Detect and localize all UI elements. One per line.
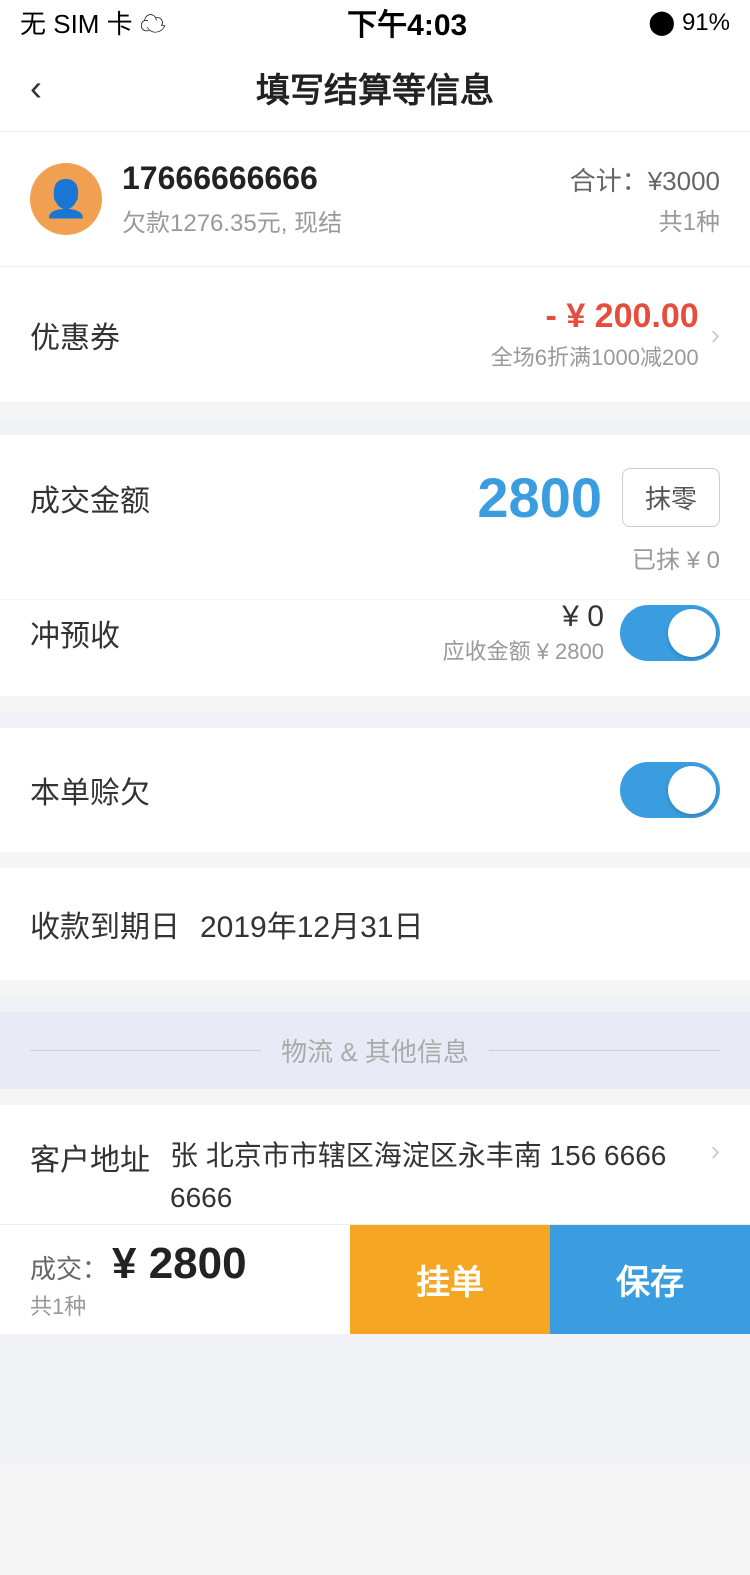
divider-gray-3 <box>0 996 750 1012</box>
coupon-chevron-icon: › <box>711 319 720 351</box>
customer-desc: 欠款1276.35元, 现结 <box>122 203 342 238</box>
coupon-right: - ¥ 200.00 全场6折满1000减200 › <box>491 297 720 372</box>
coupon-desc: 全场6折满1000减200 <box>491 340 699 372</box>
amount-section: 成交金额 2800 抹零 已抹 ¥ 0 冲预收 ¥ 0 应收金额 ¥ 2800 <box>0 435 750 696</box>
logistics-divider-section: 物流 & 其他信息 <box>0 1012 750 1089</box>
coupon-row[interactable]: 优惠券 - ¥ 200.00 全场6折满1000减200 › <box>0 267 750 403</box>
coupon-label: 优惠券 <box>30 313 120 357</box>
total-count: 共1种 <box>570 202 720 237</box>
customer-left: 👤 17666666666 欠款1276.35元, 现结 <box>30 160 342 238</box>
divider-gray-2 <box>0 712 750 728</box>
customer-section: 👤 17666666666 欠款1276.35元, 现结 合计：¥3000 共1… <box>0 132 750 403</box>
chong-right: ¥ 0 应收金额 ¥ 2800 <box>443 600 720 666</box>
divider-line-left <box>30 1050 261 1051</box>
duedate-value: 2019年12月31日 <box>200 902 423 946</box>
page-title: 填写结算等信息 <box>90 63 660 112</box>
status-right: ⬤ 91% <box>648 8 730 37</box>
pending-button[interactable]: 挂单 <box>350 1225 550 1334</box>
chong-amount: ¥ 0 应收金额 ¥ 2800 <box>443 600 604 666</box>
nav-bar: ‹ 填写结算等信息 <box>0 44 750 132</box>
coupon-info: - ¥ 200.00 全场6折满1000减200 <box>491 297 699 372</box>
beqian-toggle[interactable] <box>620 762 720 818</box>
address-label: 客户地址 <box>30 1135 150 1179</box>
amount-right: 2800 抹零 <box>477 465 720 530</box>
amount-sub: 已抹 ¥ 0 <box>0 540 750 599</box>
address-value: 张 北京市市辖区海淀区永丰南 156 6666 6666 <box>170 1135 711 1219</box>
customer-row: 👤 17666666666 欠款1276.35元, 现结 合计：¥3000 共1… <box>0 132 750 267</box>
beqian-label: 本单赊欠 <box>30 768 150 812</box>
chong-row: 冲预收 ¥ 0 应收金额 ¥ 2800 <box>0 599 750 696</box>
beqian-section: 本单赊欠 <box>0 728 750 852</box>
customer-right: 合计：¥3000 共1种 <box>570 161 720 237</box>
duedate-label: 收款到期日 <box>30 902 180 946</box>
chong-label: 冲预收 <box>30 611 120 655</box>
duedate-section: 收款到期日 2019年12月31日 <box>0 868 750 980</box>
sim-label: 无 SIM 卡 ☁ <box>20 4 166 41</box>
avatar: 👤 <box>30 163 102 235</box>
amount-row: 成交金额 2800 抹零 <box>0 435 750 540</box>
divider-line-right <box>489 1050 720 1051</box>
battery-icon: ⬤ 91% <box>648 8 730 37</box>
amount-value: 2800 <box>477 465 602 530</box>
chong-toggle[interactable] <box>620 605 720 661</box>
coupon-value: - ¥ 200.00 <box>491 297 699 336</box>
back-button[interactable]: ‹ <box>30 67 90 109</box>
bottom-count: 共1种 <box>30 1289 320 1321</box>
bottom-info: 成交： ¥ 2800 共1种 <box>0 1225 350 1334</box>
address-chevron-icon: › <box>711 1135 720 1167</box>
customer-phone: 17666666666 <box>122 160 342 197</box>
status-left: 无 SIM 卡 ☁ <box>20 4 166 41</box>
avatar-icon: 👤 <box>44 178 89 220</box>
chong-main: ¥ 0 <box>443 600 604 634</box>
bottom-bar: 成交： ¥ 2800 共1种 挂单 保存 <box>0 1224 750 1334</box>
round-button[interactable]: 抹零 <box>622 468 720 527</box>
amount-label: 成交金额 <box>30 476 150 520</box>
customer-info: 17666666666 欠款1276.35元, 现结 <box>122 160 342 238</box>
chong-sub: 应收金额 ¥ 2800 <box>443 634 604 666</box>
bottom-amount: ¥ 2800 <box>112 1239 247 1289</box>
logistics-divider-text: 物流 & 其他信息 <box>281 1032 469 1069</box>
status-bar: 无 SIM 卡 ☁ 下午4:03 ⬤ 91% <box>0 0 750 44</box>
status-time: 下午4:03 <box>347 0 467 44</box>
divider-gray-1 <box>0 419 750 435</box>
total-label: 合计：¥3000 <box>570 161 720 198</box>
bottom-deal-label: 成交： <box>30 1249 108 1286</box>
save-button[interactable]: 保存 <box>550 1225 750 1334</box>
